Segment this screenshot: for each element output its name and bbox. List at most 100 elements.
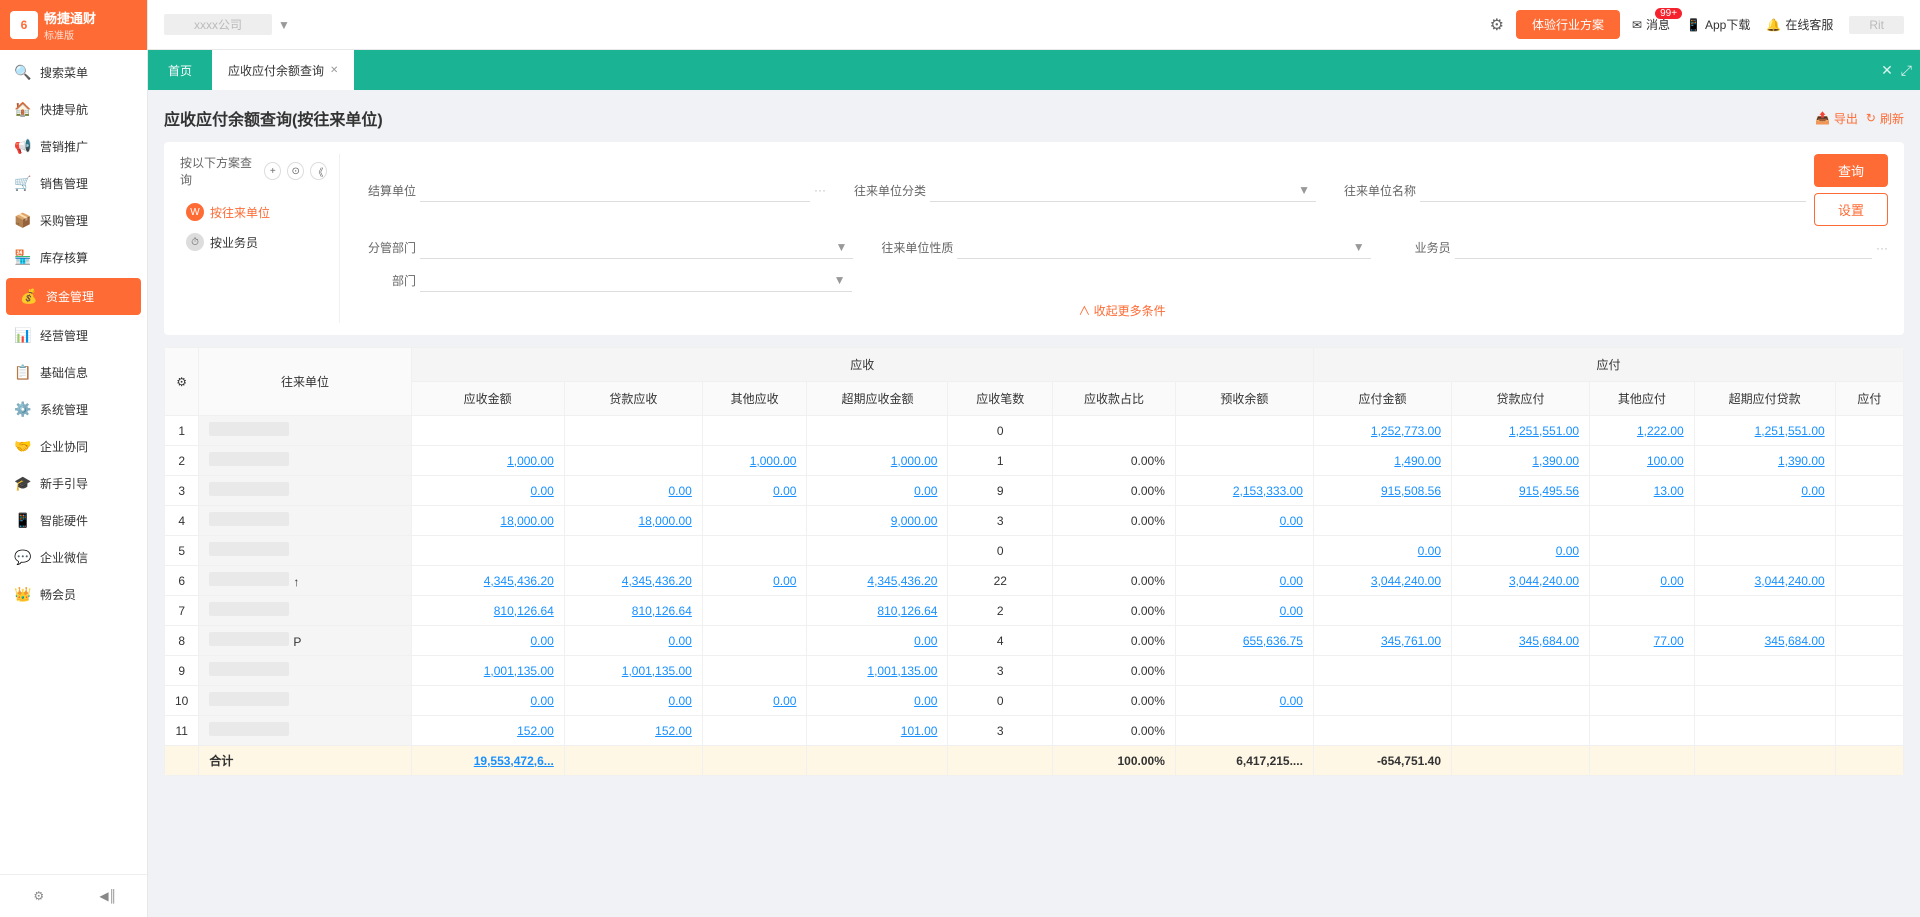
table-cell[interactable]: 0.00 (564, 476, 702, 506)
sidebar-item-2[interactable]: 📢营销推广 (0, 128, 147, 165)
sidebar-item-4[interactable]: 📦采购管理 (0, 202, 147, 239)
table-cell[interactable]: 1,000.00 (702, 446, 807, 476)
gear-icon[interactable]: ⚙ (1490, 15, 1504, 35)
table-cell[interactable]: 915,508.56 (1313, 476, 1451, 506)
sidebar-item-8[interactable]: 📋基础信息 (0, 354, 147, 391)
partner-name-input[interactable] (1420, 179, 1806, 202)
table-cell[interactable]: 3,044,240.00 (1694, 566, 1835, 596)
table-cell[interactable]: 0.00 (807, 686, 948, 716)
table-cell[interactable]: 152.00 (411, 716, 564, 746)
chevron-down-icon[interactable]: ▼ (278, 18, 290, 32)
table-cell[interactable]: 1,001,135.00 (411, 656, 564, 686)
sidebar-item-3[interactable]: 🛒销售管理 (0, 165, 147, 202)
sidebar-item-10[interactable]: 🤝企业协同 (0, 428, 147, 465)
settlement-dots-icon[interactable]: ··· (814, 183, 826, 197)
sidebar-item-11[interactable]: 🎓新手引导 (0, 465, 147, 502)
message-button[interactable]: ✉ 消息 99+ (1632, 16, 1670, 33)
table-cell[interactable]: 9,000.00 (807, 506, 948, 536)
table-cell[interactable]: 1,222.00 (1590, 416, 1695, 446)
table-cell[interactable]: 810,126.64 (564, 596, 702, 626)
table-cell[interactable]: 0.00 (1590, 566, 1695, 596)
sidebar-item-1[interactable]: 🏠快捷导航 (0, 91, 147, 128)
table-cell[interactable]: 0.00 (411, 686, 564, 716)
department-select[interactable]: ▼ (420, 269, 852, 292)
tab-home[interactable]: 首页 (148, 50, 212, 90)
table-cell[interactable]: 1,390.00 (1694, 446, 1835, 476)
sidebar-item-5[interactable]: 🏪库存核算 (0, 239, 147, 276)
table-cell[interactable]: 4,345,436.20 (411, 566, 564, 596)
collapse-footer-btn[interactable]: ◀║ (78, 883, 140, 909)
table-cell[interactable]: 1,001,135.00 (807, 656, 948, 686)
table-cell[interactable]: 0.00 (564, 626, 702, 656)
settlement-input[interactable] (420, 179, 810, 202)
tab-close-window-icon[interactable]: ✕ (1881, 62, 1893, 79)
add-scheme-button[interactable]: + (264, 162, 281, 180)
table-cell[interactable]: 0.00 (1694, 476, 1835, 506)
salesman-dots-icon[interactable]: ··· (1876, 241, 1888, 255)
table-cell[interactable]: 1,252,773.00 (1313, 416, 1451, 446)
table-cell[interactable]: 810,126.64 (807, 596, 948, 626)
table-cell[interactable]: 0.00 (1175, 566, 1313, 596)
query-button[interactable]: 查询 (1814, 154, 1888, 187)
edit-scheme-button[interactable]: ⊙ (287, 162, 304, 180)
table-cell[interactable]: 0.00 (807, 476, 948, 506)
sidebar-item-13[interactable]: 💬企业微信 (0, 539, 147, 576)
table-cell[interactable]: 77.00 (1590, 626, 1695, 656)
table-gear-icon[interactable]: ⚙ (176, 375, 187, 389)
online-service-button[interactable]: 🔔 在线客服 (1766, 16, 1833, 33)
table-cell[interactable]: 1,000.00 (411, 446, 564, 476)
table-cell[interactable]: 915,495.56 (1452, 476, 1590, 506)
export-button[interactable]: 📤 导出 (1815, 110, 1858, 127)
table-cell[interactable]: 152.00 (564, 716, 702, 746)
sidebar-item-9[interactable]: ⚙️系统管理 (0, 391, 147, 428)
dept-select[interactable]: ▼ (420, 236, 853, 259)
table-cell[interactable]: 1,251,551.00 (1452, 416, 1590, 446)
scheme-item-by-salesman[interactable]: ⏱ 按业务员 (180, 228, 327, 256)
table-cell[interactable]: 0.00 (1175, 596, 1313, 626)
sidebar-item-12[interactable]: 📱智能硬件 (0, 502, 147, 539)
scheme-item-by-partner[interactable]: W 按往来单位 (180, 198, 327, 226)
total-recv-amt[interactable]: 19,553,472,6... (411, 746, 564, 776)
sidebar-item-0[interactable]: 🔍搜索菜单 (0, 54, 147, 91)
tab-maximize-icon[interactable]: ⤢ (1901, 62, 1912, 79)
tab-receivable[interactable]: 应收应付余额查询 ✕ (212, 50, 354, 90)
table-cell[interactable]: 345,684.00 (1694, 626, 1835, 656)
table-cell[interactable]: 0.00 (1452, 536, 1590, 566)
user-menu[interactable]: Rit (1849, 16, 1904, 34)
table-cell[interactable]: 0.00 (702, 686, 807, 716)
industry-plan-button[interactable]: 体验行业方案 (1516, 10, 1620, 39)
table-cell[interactable]: 4,345,436.20 (564, 566, 702, 596)
partner-nature-select[interactable]: ▼ (957, 236, 1370, 259)
sidebar-item-6[interactable]: 💰资金管理 (6, 278, 141, 315)
table-cell[interactable]: 1,251,551.00 (1694, 416, 1835, 446)
table-cell[interactable]: 18,000.00 (411, 506, 564, 536)
table-cell[interactable]: 0.00 (1175, 506, 1313, 536)
table-cell[interactable]: 100.00 (1590, 446, 1695, 476)
table-cell[interactable]: 13.00 (1590, 476, 1695, 506)
app-download-button[interactable]: 📱 App下载 (1686, 16, 1750, 33)
table-cell[interactable]: 345,761.00 (1313, 626, 1451, 656)
back-scheme-button[interactable]: 《 (310, 162, 327, 180)
settings-footer-btn[interactable]: ⚙ (8, 883, 70, 909)
collapse-button[interactable]: ∧ 收起更多条件 (356, 298, 1888, 323)
sidebar-item-7[interactable]: 📊经营管理 (0, 317, 147, 354)
table-cell[interactable]: 3,044,240.00 (1452, 566, 1590, 596)
table-cell[interactable]: 0.00 (807, 626, 948, 656)
table-cell[interactable]: 1,001,135.00 (564, 656, 702, 686)
table-cell[interactable]: 0.00 (1175, 686, 1313, 716)
table-cell[interactable]: 101.00 (807, 716, 948, 746)
sidebar-item-14[interactable]: 👑畅会员 (0, 576, 147, 613)
tab-close-icon[interactable]: ✕ (330, 65, 338, 76)
table-cell[interactable]: 4,345,436.20 (807, 566, 948, 596)
table-cell[interactable]: 1,000.00 (807, 446, 948, 476)
setting-button[interactable]: 设置 (1814, 193, 1888, 226)
table-cell[interactable]: 1,490.00 (1313, 446, 1451, 476)
partner-type-select[interactable]: ▼ (930, 179, 1316, 202)
table-cell[interactable]: 3,044,240.00 (1313, 566, 1451, 596)
table-cell[interactable]: 0.00 (1313, 536, 1451, 566)
refresh-button[interactable]: ↻ 刷新 (1866, 110, 1904, 127)
table-cell[interactable]: 0.00 (702, 566, 807, 596)
table-cell[interactable]: 0.00 (411, 476, 564, 506)
table-cell[interactable]: 655,636.75 (1175, 626, 1313, 656)
table-cell[interactable]: 345,684.00 (1452, 626, 1590, 656)
